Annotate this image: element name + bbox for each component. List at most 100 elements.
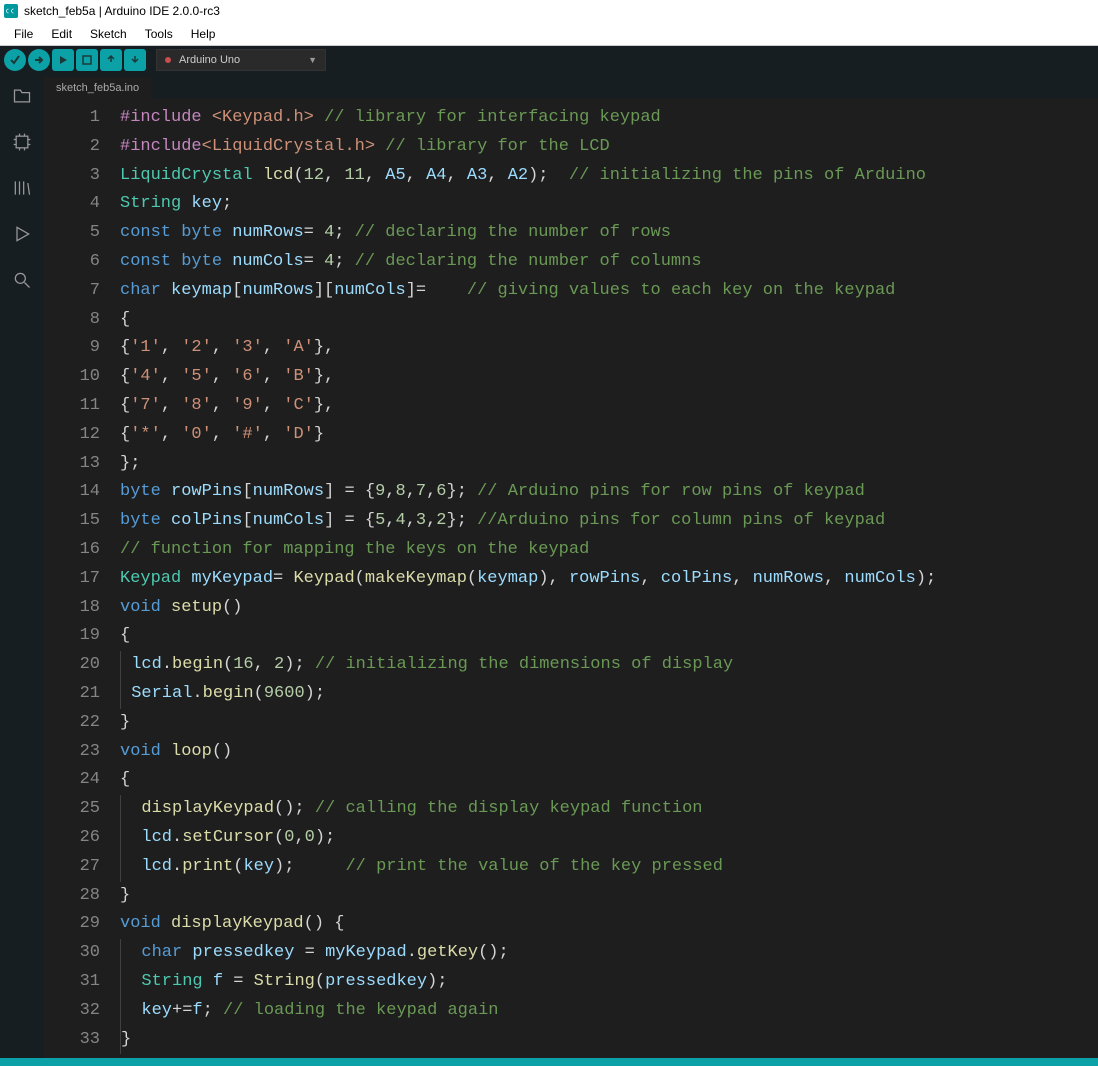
code-line[interactable]: displayKeypad(); // calling the display …: [116, 795, 1098, 824]
line-number: 17: [52, 565, 100, 594]
code-line[interactable]: String f = String(pressedkey);: [116, 968, 1098, 997]
line-number: 11: [52, 392, 100, 421]
save-sketch-button[interactable]: [124, 49, 146, 71]
line-number: 8: [52, 306, 100, 335]
board-manager-icon[interactable]: [10, 130, 34, 154]
line-number: 28: [52, 882, 100, 911]
menu-help[interactable]: Help: [183, 25, 224, 43]
line-number: 1: [52, 104, 100, 133]
line-number: 27: [52, 853, 100, 882]
line-number: 6: [52, 248, 100, 277]
code-content[interactable]: #include <Keypad.h> // library for inter…: [116, 98, 1098, 1058]
line-number: 13: [52, 450, 100, 479]
code-line[interactable]: {'1', '2', '3', 'A'},: [116, 334, 1098, 363]
code-line[interactable]: lcd.setCursor(0,0);: [116, 824, 1098, 853]
line-number: 23: [52, 738, 100, 767]
line-number: 5: [52, 219, 100, 248]
code-line[interactable]: char pressedkey = myKeypad.getKey();: [116, 939, 1098, 968]
code-line[interactable]: byte colPins[numCols] = {5,4,3,2}; //Ard…: [116, 507, 1098, 536]
verify-button[interactable]: [4, 49, 26, 71]
explorer-icon[interactable]: [10, 84, 34, 108]
line-number: 29: [52, 910, 100, 939]
line-number: 25: [52, 795, 100, 824]
menu-edit[interactable]: Edit: [43, 25, 80, 43]
line-number: 7: [52, 277, 100, 306]
code-line[interactable]: byte rowPins[numRows] = {9,8,7,6}; // Ar…: [116, 478, 1098, 507]
line-number: 20: [52, 651, 100, 680]
activity-bar: [0, 74, 44, 1058]
line-number: 12: [52, 421, 100, 450]
line-number: 10: [52, 363, 100, 392]
open-sketch-button[interactable]: [100, 49, 122, 71]
line-number: 2: [52, 133, 100, 162]
line-number: 26: [52, 824, 100, 853]
toolbar: Arduino Uno ▼: [0, 46, 1098, 74]
code-line[interactable]: String key;: [116, 190, 1098, 219]
line-number: 32: [52, 997, 100, 1026]
menu-file[interactable]: File: [6, 25, 41, 43]
menu-sketch[interactable]: Sketch: [82, 25, 135, 43]
code-line[interactable]: {: [116, 622, 1098, 651]
code-line[interactable]: LiquidCrystal lcd(12, 11, A5, A4, A3, A2…: [116, 162, 1098, 191]
line-number: 30: [52, 939, 100, 968]
code-line[interactable]: {: [116, 766, 1098, 795]
line-number: 31: [52, 968, 100, 997]
editor-area: sketch_feb5a.ino 12345678910111213141516…: [44, 74, 1098, 1058]
line-number: 22: [52, 709, 100, 738]
code-line[interactable]: {'4', '5', '6', 'B'},: [116, 363, 1098, 392]
code-line[interactable]: #include<LiquidCrystal.h> // library for…: [116, 133, 1098, 162]
code-line[interactable]: lcd.print(key); // print the value of th…: [116, 853, 1098, 882]
board-status-dot-icon: [165, 57, 171, 63]
code-line[interactable]: }: [116, 1026, 1098, 1055]
code-line[interactable]: const byte numRows= 4; // declaring the …: [116, 219, 1098, 248]
line-number: 19: [52, 622, 100, 651]
editor-tab-bar: sketch_feb5a.ino: [44, 74, 1098, 98]
main-area: sketch_feb5a.ino 12345678910111213141516…: [0, 74, 1098, 1058]
code-line[interactable]: }: [116, 709, 1098, 738]
editor-tab[interactable]: sketch_feb5a.ino: [44, 77, 151, 98]
line-number: 14: [52, 478, 100, 507]
code-editor[interactable]: 1234567891011121314151617181920212223242…: [44, 98, 1098, 1058]
library-manager-icon[interactable]: [10, 176, 34, 200]
line-number: 18: [52, 594, 100, 623]
line-number: 16: [52, 536, 100, 565]
new-sketch-button[interactable]: [76, 49, 98, 71]
search-icon[interactable]: [10, 268, 34, 292]
code-line[interactable]: {'7', '8', '9', 'C'},: [116, 392, 1098, 421]
menu-tools[interactable]: Tools: [137, 25, 181, 43]
window-title: sketch_feb5a | Arduino IDE 2.0.0-rc3: [24, 4, 220, 18]
status-bar: [0, 1058, 1098, 1066]
code-line[interactable]: {'*', '0', '#', 'D'}: [116, 421, 1098, 450]
title-bar: sketch_feb5a | Arduino IDE 2.0.0-rc3: [0, 0, 1098, 22]
line-number: 3: [52, 162, 100, 191]
line-number: 9: [52, 334, 100, 363]
debug-button[interactable]: [52, 49, 74, 71]
board-name: Arduino Uno: [179, 54, 308, 66]
line-number: 15: [52, 507, 100, 536]
code-line[interactable]: Keypad myKeypad= Keypad(makeKeymap(keyma…: [116, 565, 1098, 594]
code-line[interactable]: void setup(): [116, 594, 1098, 623]
code-line[interactable]: // function for mapping the keys on the …: [116, 536, 1098, 565]
code-line[interactable]: void loop(): [116, 738, 1098, 767]
code-line[interactable]: }: [116, 882, 1098, 911]
code-line[interactable]: {: [116, 306, 1098, 335]
chevron-down-icon: ▼: [308, 55, 317, 65]
board-selector[interactable]: Arduino Uno ▼: [156, 49, 326, 71]
line-number-gutter: 1234567891011121314151617181920212223242…: [44, 98, 116, 1058]
line-number: 24: [52, 766, 100, 795]
code-line[interactable]: Serial.begin(9600);: [116, 680, 1098, 709]
code-line[interactable]: lcd.begin(16, 2); // initializing the di…: [116, 651, 1098, 680]
menu-bar: File Edit Sketch Tools Help: [0, 22, 1098, 46]
code-line[interactable]: key+=f; // loading the keypad again: [116, 997, 1098, 1026]
line-number: 33: [52, 1026, 100, 1055]
arduino-app-icon: [4, 4, 18, 18]
line-number: 4: [52, 190, 100, 219]
debug-icon[interactable]: [10, 222, 34, 246]
code-line[interactable]: #include <Keypad.h> // library for inter…: [116, 104, 1098, 133]
line-number: 21: [52, 680, 100, 709]
code-line[interactable]: void displayKeypad() {: [116, 910, 1098, 939]
code-line[interactable]: };: [116, 450, 1098, 479]
upload-button[interactable]: [28, 49, 50, 71]
code-line[interactable]: char keymap[numRows][numCols]= // giving…: [116, 277, 1098, 306]
code-line[interactable]: const byte numCols= 4; // declaring the …: [116, 248, 1098, 277]
